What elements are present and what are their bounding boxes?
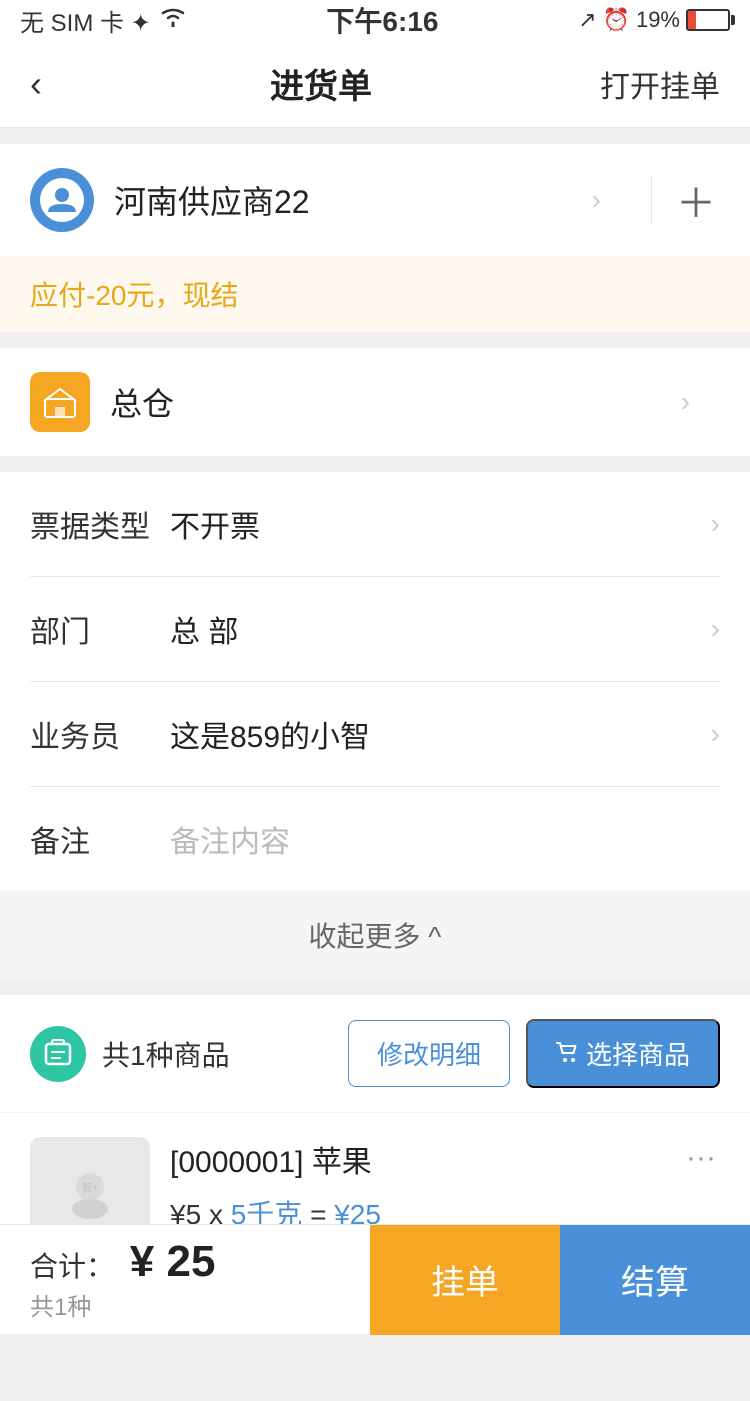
staff-row[interactable]: 业务员 这是859的小智 › [0, 682, 750, 786]
dept-row[interactable]: 部门 总 部 › [0, 577, 750, 681]
sim-label: 无 SIM 卡 ✦ [20, 3, 151, 38]
form-section: 票据类型 不开票 › 部门 总 部 › 业务员 这是859的小智 › 备注 备注… [0, 472, 750, 891]
divider-1 [0, 128, 750, 144]
collapse-button[interactable]: 收起更多 ^ [0, 891, 750, 979]
footer-total-amount: ¥ 25 [130, 1237, 216, 1286]
products-count: 共1种商品 [102, 1034, 348, 1074]
note-input[interactable]: 备注内容 [170, 817, 720, 861]
location-icon: ↗ [578, 7, 596, 33]
status-bar: 无 SIM 卡 ✦ 下午6:16 ↗ ⏰ 19% [0, 0, 750, 40]
warehouse-row[interactable]: 总仓 › [0, 348, 750, 456]
wifi-icon [159, 6, 187, 34]
hang-button[interactable]: 挂单 [370, 1225, 560, 1335]
dept-chevron-icon: › [711, 613, 720, 645]
open-hang-button[interactable]: 打开挂单 [600, 62, 720, 106]
footer-total-sub: 共1种 [30, 1287, 340, 1322]
vertical-divider [651, 175, 652, 225]
ticket-type-label: 票据类型 [30, 502, 170, 546]
ticket-type-value: 不开票 [170, 502, 711, 546]
back-button[interactable]: ‹ [30, 63, 42, 105]
supplier-row[interactable]: 河南供应商22 › ＋ [0, 144, 750, 256]
svg-text:智+: 智+ [82, 1181, 98, 1194]
page-title: 进货单 [270, 59, 372, 108]
nav-bar: ‹ 进货单 打开挂单 [0, 40, 750, 128]
product-title: 苹果 [312, 1146, 372, 1179]
edit-detail-button[interactable]: 修改明细 [348, 1020, 510, 1087]
supplier-section: 河南供应商22 › ＋ 应付-20元，现结 [0, 144, 750, 332]
warehouse-name: 总仓 [110, 379, 681, 425]
divider-2 [0, 332, 750, 348]
warehouse-section: 总仓 › [0, 348, 750, 456]
footer-total: 合计： ¥ 25 共1种 [0, 1237, 370, 1322]
select-product-button[interactable]: 选择商品 [526, 1019, 720, 1088]
warehouse-chevron-icon: › [681, 386, 690, 418]
ticket-chevron-icon: › [711, 508, 720, 540]
battery-icon [686, 9, 730, 31]
dept-value: 总 部 [170, 607, 711, 651]
alarm-icon: ⏰ [603, 7, 630, 33]
payment-notice: 应付-20元，现结 [0, 256, 750, 332]
battery-percent: 19% [636, 7, 680, 33]
settle-button[interactable]: 结算 [560, 1225, 750, 1335]
ticket-type-row[interactable]: 票据类型 不开票 › [0, 472, 750, 576]
select-product-label: 选择商品 [586, 1035, 690, 1072]
product-more-button[interactable]: ··· [682, 1137, 720, 1179]
supplier-avatar [30, 168, 94, 232]
footer-bar: 合计： ¥ 25 共1种 挂单 结算 [0, 1224, 750, 1334]
note-row[interactable]: 备注 备注内容 [0, 787, 750, 891]
products-icon [30, 1026, 86, 1082]
dept-label: 部门 [30, 607, 170, 651]
warehouse-icon [30, 372, 90, 432]
products-header: 共1种商品 修改明细 选择商品 [0, 995, 750, 1112]
product-name: [0000001] 苹果 [170, 1137, 682, 1181]
add-supplier-button[interactable]: ＋ [672, 171, 720, 229]
status-time: 下午6:16 [326, 0, 438, 40]
status-right: ↗ ⏰ 19% [578, 7, 730, 33]
supplier-chevron-icon: › [592, 184, 601, 216]
footer-total-label: 合计： [30, 1251, 114, 1282]
cart-icon [556, 1038, 578, 1069]
note-label: 备注 [30, 817, 170, 861]
product-info: [0000001] 苹果 ¥5 x 5千克 = ¥25 [170, 1137, 682, 1233]
product-code: [0000001] [170, 1146, 303, 1179]
supplier-name: 河南供应商22 [114, 177, 592, 223]
staff-value: 这是859的小智 [170, 712, 711, 756]
staff-label: 业务员 [30, 712, 170, 756]
staff-chevron-icon: › [711, 718, 720, 750]
divider-3 [0, 456, 750, 472]
status-left: 无 SIM 卡 ✦ [20, 3, 187, 38]
